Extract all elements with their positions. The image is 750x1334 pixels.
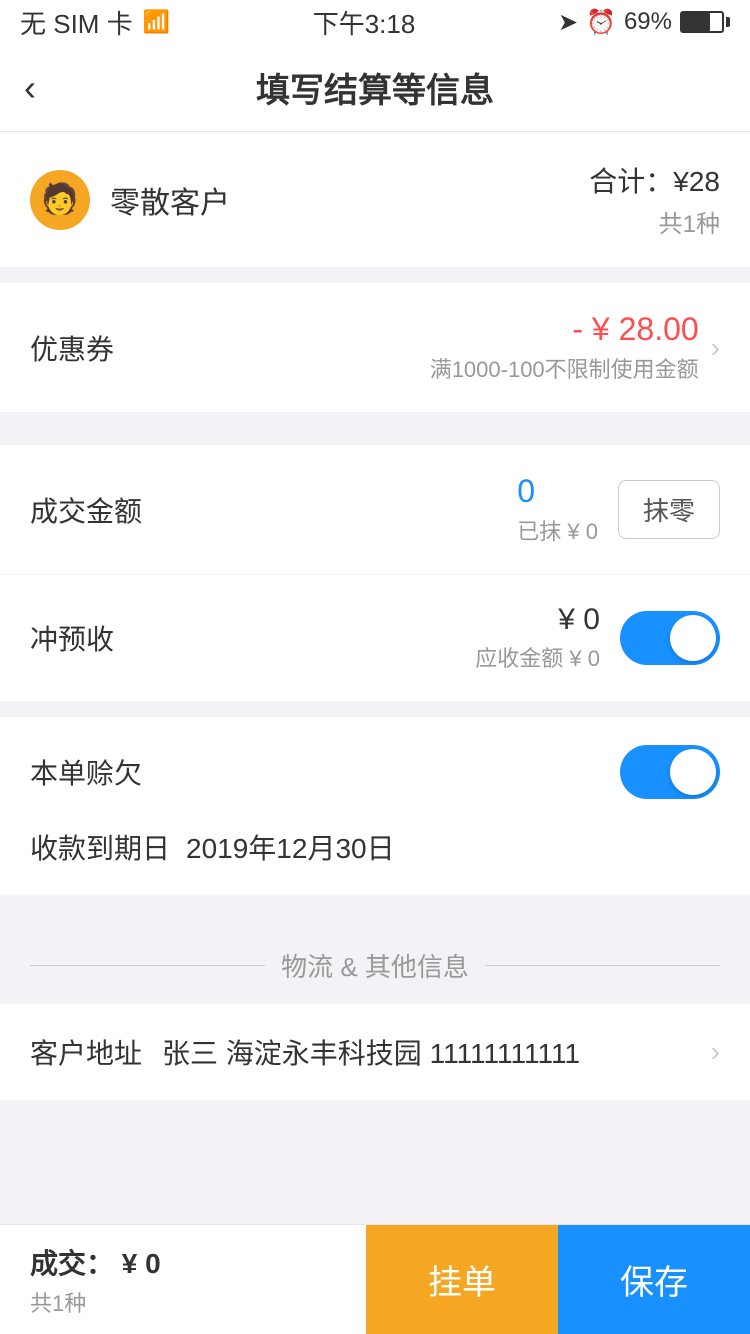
divider-2	[0, 701, 750, 717]
address-row[interactable]: 客户地址 张三 海淀永丰科技园 11111111111 ›	[0, 1004, 750, 1100]
deal-label: 成交：	[30, 1248, 114, 1279]
status-right: ➤ ⏰ 69%	[558, 8, 730, 37]
logistics-header: 物流 & 其他信息	[0, 927, 750, 1004]
debt-toggle-knob	[670, 749, 716, 795]
divider-1	[0, 429, 750, 445]
status-left: 无 SIM 卡 📶	[20, 4, 170, 41]
page-title: 填写结算等信息	[256, 63, 494, 112]
coupon-amount: - ¥ 28.00	[430, 311, 699, 348]
status-time: 下午3:18	[313, 4, 416, 41]
total-amount: 合计：¥28	[589, 160, 720, 200]
precollect-right: ¥ 0 应收金额 ¥ 0	[475, 603, 720, 673]
coupon-row[interactable]: 优惠券 - ¥ 28.00 满1000-100不限制使用金额 ›	[0, 283, 750, 413]
transaction-value[interactable]: 0	[517, 473, 598, 510]
transaction-right: 0 已抹 ¥ 0 抹零	[517, 473, 720, 546]
avatar-icon: 🧑	[41, 182, 78, 217]
toggle-knob	[670, 615, 716, 661]
location-icon: ➤	[558, 8, 578, 37]
round-button[interactable]: 抹零	[618, 480, 720, 539]
address-label: 客户地址	[30, 1032, 142, 1072]
coupon-right: - ¥ 28.00 满1000-100不限制使用金额 ›	[430, 311, 720, 384]
customer-section: 🧑 零散客户 合计：¥28 共1种	[0, 132, 750, 267]
precollect-values: ¥ 0 应收金额 ¥ 0	[475, 603, 600, 673]
debt-date-row: 收款到期日 2019年12月30日	[0, 827, 750, 895]
coupon-label: 优惠券	[30, 328, 114, 368]
bottom-count: 共1种	[30, 1286, 336, 1318]
logistics-section: 物流 & 其他信息	[0, 927, 750, 1004]
address-section[interactable]: 客户地址 张三 海淀永丰科技园 11111111111 ›	[0, 1004, 750, 1100]
customer-info: 🧑 零散客户	[30, 170, 230, 230]
sim-label: 无 SIM 卡	[20, 4, 133, 41]
logistics-title: 物流 & 其他信息	[281, 947, 469, 984]
item-count: 共1种	[589, 204, 720, 239]
battery-icon	[680, 11, 730, 33]
deal-amount: ¥ 0	[122, 1248, 161, 1279]
logistics-divider-left	[30, 965, 265, 966]
address-value: 张三 海淀永丰科技园 11111111111	[162, 1032, 711, 1072]
coupon-desc: 满1000-100不限制使用金额	[430, 352, 699, 384]
debt-label: 本单赊欠	[30, 752, 142, 792]
transaction-section: 成交金额 0 已抹 ¥ 0 抹零 冲预收 ¥ 0 应收金额 ¥ 0	[0, 445, 750, 701]
debt-section: 本单赊欠 收款到期日 2019年12月30日	[0, 717, 750, 895]
alarm-icon: ⏰	[586, 8, 616, 37]
transaction-row: 成交金额 0 已抹 ¥ 0 抹零	[0, 445, 750, 575]
precollect-sub: 应收金额 ¥ 0	[475, 641, 600, 673]
precollect-row: 冲预收 ¥ 0 应收金额 ¥ 0	[0, 575, 750, 701]
transaction-label: 成交金额	[30, 490, 142, 530]
bottom-bar: 成交： ¥ 0 共1种 挂单 保存	[0, 1224, 750, 1334]
precollect-toggle[interactable]	[620, 611, 720, 665]
precollect-label: 冲预收	[30, 618, 114, 658]
save-button[interactable]: 保存	[558, 1225, 750, 1334]
customer-total: 合计：¥28 共1种	[589, 160, 720, 239]
status-bar: 无 SIM 卡 📶 下午3:18 ➤ ⏰ 69%	[0, 0, 750, 44]
due-date-label: 收款到期日	[30, 827, 170, 867]
wifi-icon: 📶	[143, 9, 170, 35]
due-date-value: 2019年12月30日	[186, 827, 395, 867]
avatar: 🧑	[30, 170, 90, 230]
battery-percent: 69%	[624, 8, 672, 36]
logistics-divider-right	[485, 965, 720, 966]
debt-toggle[interactable]	[620, 745, 720, 799]
customer-name: 零散客户	[110, 178, 230, 222]
divider-3	[0, 911, 750, 927]
bottom-deal: 成交： ¥ 0	[30, 1242, 336, 1282]
bottom-spacer	[0, 1116, 750, 1226]
coupon-section[interactable]: 优惠券 - ¥ 28.00 满1000-100不限制使用金额 ›	[0, 283, 750, 413]
precollect-amount: ¥ 0	[475, 603, 600, 637]
hold-button[interactable]: 挂单	[366, 1225, 558, 1334]
nav-bar: ‹ 填写结算等信息	[0, 44, 750, 132]
chevron-right-icon: ›	[711, 332, 720, 364]
debt-row: 本单赊欠	[0, 717, 750, 827]
back-button[interactable]: ‹	[24, 67, 36, 109]
address-chevron-icon: ›	[711, 1036, 720, 1068]
bottom-summary: 成交： ¥ 0 共1种	[0, 1242, 366, 1318]
already-deducted: 已抹 ¥ 0	[517, 514, 598, 546]
